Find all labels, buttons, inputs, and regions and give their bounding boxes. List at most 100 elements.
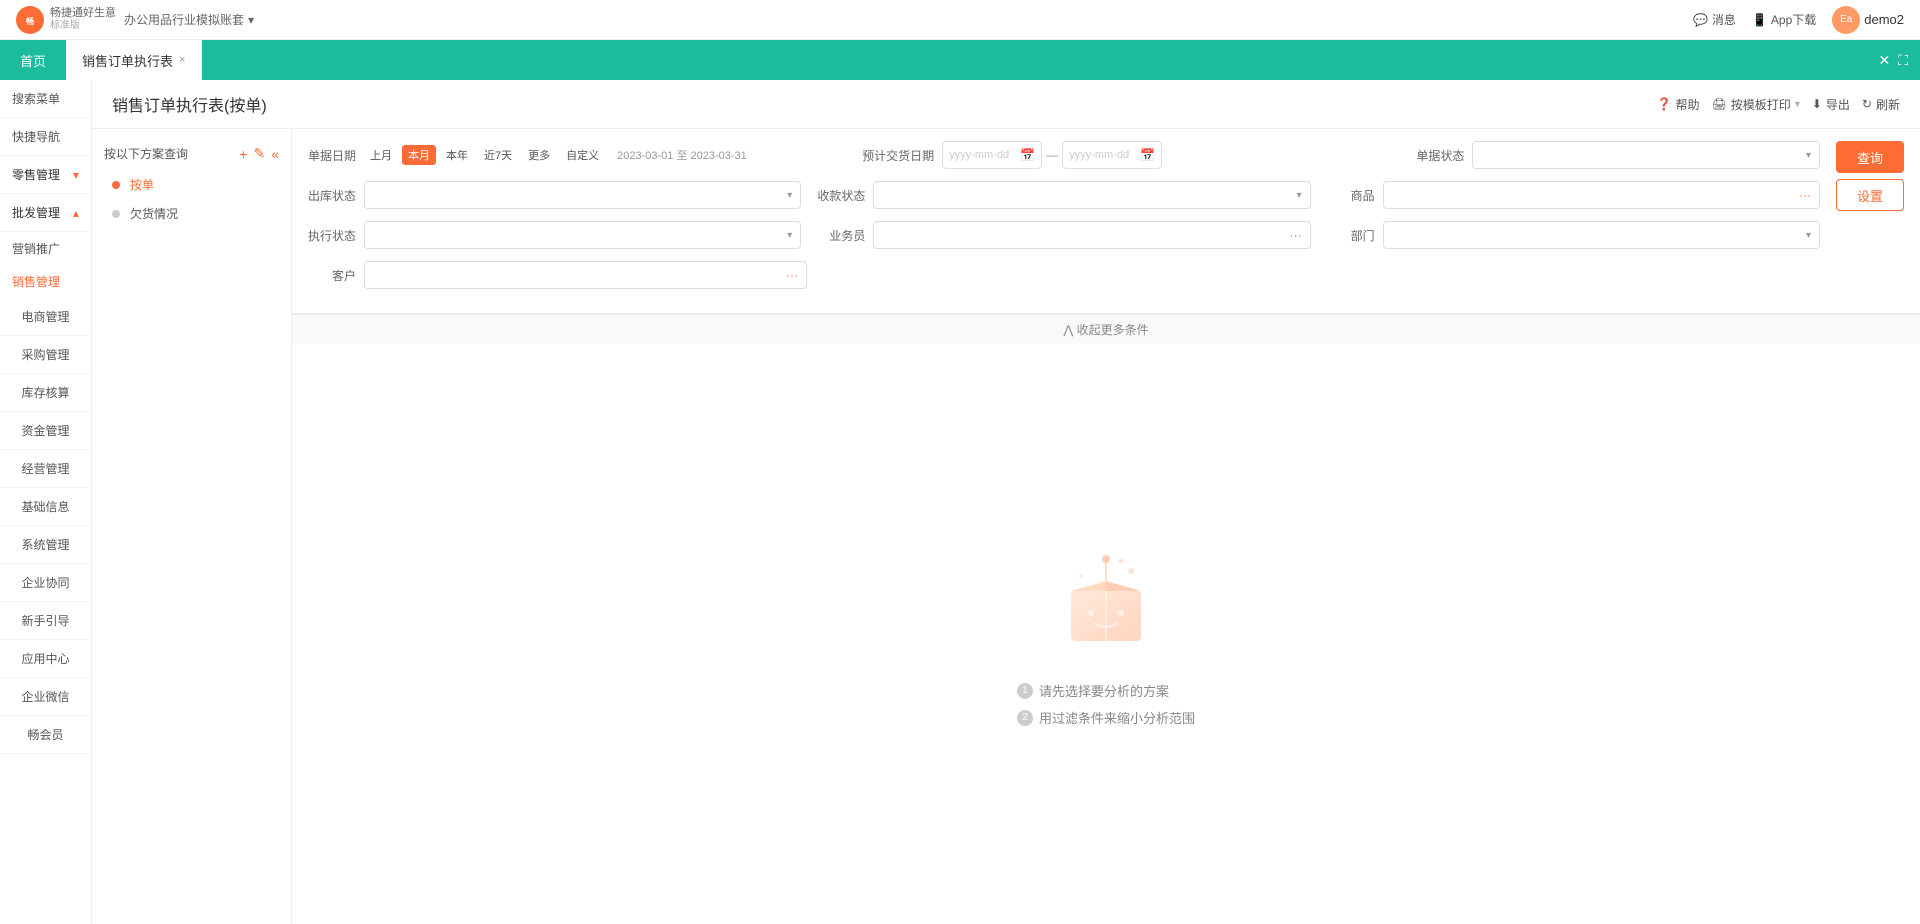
header-right: 💬 消息 📱 App下载 Ea demo2 xyxy=(1693,6,1904,34)
inactive-dot-icon xyxy=(112,210,120,218)
tab-close-icon[interactable]: × xyxy=(179,54,185,66)
customer-more-icon[interactable]: ··· xyxy=(786,268,798,282)
window-close-icon[interactable]: ✕ xyxy=(1878,52,1890,69)
exec-status-label: 执行状态 xyxy=(308,227,364,244)
date-tab-last-month[interactable]: 上月 xyxy=(364,145,398,165)
sidebar-item-member[interactable]: 畅会员 xyxy=(0,716,91,754)
breadcrumb[interactable]: 办公用品行业模拟账套 ▾ xyxy=(124,11,254,28)
action-buttons: 查询 设置 xyxy=(1836,141,1904,301)
date-range-text: 2023-03-01 至 2023-03-31 xyxy=(617,147,747,163)
breadcrumb-arrow-icon: ▾ xyxy=(248,13,254,27)
expected-delivery-label: 预计交货日期 xyxy=(862,147,942,164)
user-name: demo2 xyxy=(1864,12,1904,27)
date-tab-custom[interactable]: 自定义 xyxy=(560,145,605,165)
scheme-item-by-order[interactable]: 按单 xyxy=(104,170,279,199)
receipt-status-select[interactable]: ▾ xyxy=(873,181,1310,209)
delivery-status-arrow-icon: ▾ xyxy=(787,190,792,201)
refresh-button[interactable]: ↻ 刷新 xyxy=(1862,96,1900,113)
tab-label: 销售订单执行表 xyxy=(82,51,173,70)
dept-label: 部门 xyxy=(1327,227,1383,244)
page-title: 销售订单执行表(按单) xyxy=(112,92,267,116)
sidebar-item-sales[interactable]: 销售管理 xyxy=(0,265,91,298)
export-button[interactable]: ⬇ 导出 xyxy=(1812,96,1850,113)
sidebar-quick-nav[interactable]: 快捷导航 xyxy=(0,118,91,156)
page-header-actions: ❓ 帮助 🖨 按模板打印 ▾ ⬇ 导出 ↻ 刷新 xyxy=(1657,96,1900,113)
order-status-arrow-icon: ▾ xyxy=(1806,150,1811,161)
goods-more-icon[interactable]: ··· xyxy=(1799,188,1811,202)
right-filter-panel: 单据日期 上月 本月 本年 近7天 更多 自定义 2023-03-01 至 20… xyxy=(292,129,1920,924)
sidebar-item-operations[interactable]: 经营管理 xyxy=(0,450,91,488)
dept-select[interactable]: ▾ xyxy=(1383,221,1820,249)
goods-select[interactable]: ··· xyxy=(1383,181,1820,209)
set-button[interactable]: 设置 xyxy=(1836,179,1904,211)
svg-text:畅: 畅 xyxy=(26,16,34,26)
sidebar-item-wholesale[interactable]: 批发管理 ▴ xyxy=(0,194,91,232)
sidebar-item-wechat[interactable]: 企业微信 xyxy=(0,678,91,716)
calendar-start-icon: 📅 xyxy=(1020,148,1035,162)
sidebar-item-enterprise[interactable]: 企业协同 xyxy=(0,564,91,602)
tip2-number: 2 xyxy=(1017,710,1033,726)
tab-bar: 首页 销售订单执行表 × ✕ ⛶ xyxy=(0,40,1920,80)
sidebar-item-inventory[interactable]: 库存核算 xyxy=(0,374,91,412)
help-label: 帮助 xyxy=(1676,96,1700,113)
salesman-select[interactable]: ··· xyxy=(873,221,1310,249)
sidebar-item-finance[interactable]: 资金管理 xyxy=(0,412,91,450)
sidebar-item-system[interactable]: 系统管理 xyxy=(0,526,91,564)
expected-delivery-end[interactable]: yyyy-mm-dd 📅 xyxy=(1062,141,1162,169)
print-button[interactable]: 🖨 按模板打印 ▾ xyxy=(1712,96,1800,113)
tab-home[interactable]: 首页 xyxy=(0,40,66,80)
scheme-panel: 按以下方案查询 + ✎ « 按单 欠货情况 xyxy=(92,129,292,924)
exec-status-select[interactable]: ▾ xyxy=(364,221,801,249)
sidebar-item-marketing[interactable]: 营销推广 xyxy=(0,232,91,265)
sidebar-item-purchase[interactable]: 采购管理 xyxy=(0,336,91,374)
filter-fields: 单据日期 上月 本月 本年 近7天 更多 自定义 2023-03-01 至 20… xyxy=(308,141,1820,301)
sidebar-item-newbie[interactable]: 新手引导 xyxy=(0,602,91,640)
delivery-status-label: 出库状态 xyxy=(308,187,364,204)
sidebar-item-basic-info[interactable]: 基础信息 xyxy=(0,488,91,526)
sidebar-search-menu[interactable]: 搜索菜单 xyxy=(0,80,91,118)
tip1-number: 1 xyxy=(1017,683,1033,699)
expected-delivery-group: 预计交货日期 yyyy-mm-dd 📅 — yyyy-mm-dd 📅 xyxy=(862,141,1400,169)
query-button[interactable]: 查询 xyxy=(1836,141,1904,173)
date-tab-this-month[interactable]: 本月 xyxy=(402,145,436,165)
expected-delivery-start[interactable]: yyyy-mm-dd 📅 xyxy=(942,141,1042,169)
tab-sales-execution[interactable]: 销售订单执行表 × xyxy=(66,40,202,80)
collapse-arrow-icon: ⋀ xyxy=(1063,323,1073,337)
collapse-row[interactable]: ⋀ 收起更多条件 xyxy=(292,314,1920,344)
salesman-more-icon[interactable]: ··· xyxy=(1290,228,1302,242)
print-arrow-icon: ▾ xyxy=(1795,99,1800,110)
help-button[interactable]: ❓ 帮助 xyxy=(1657,96,1700,113)
user-info[interactable]: Ea demo2 xyxy=(1832,6,1904,34)
refresh-icon: ↻ xyxy=(1862,97,1872,111)
scheme-item-shortage[interactable]: 欠货情况 xyxy=(104,199,279,228)
order-status-label: 单据状态 xyxy=(1416,147,1472,164)
order-status-group: 单据状态 ▾ xyxy=(1416,141,1820,169)
breadcrumb-text: 办公用品行业模拟账套 xyxy=(124,11,244,28)
scheme-collapse-icon[interactable]: « xyxy=(271,146,279,162)
scheme-edit-icon[interactable]: ✎ xyxy=(253,145,265,162)
sidebar: 搜索菜单 快捷导航 零售管理 ▾ 批发管理 ▴ 营销推广 销售管理 电商管理 采… xyxy=(0,80,92,924)
download-icon: 📱 xyxy=(1752,13,1767,27)
sidebar-item-app-center[interactable]: 应用中心 xyxy=(0,640,91,678)
customer-select[interactable]: ··· xyxy=(364,261,807,289)
scheme-title: 按以下方案查询 + ✎ « xyxy=(104,141,279,170)
dept-group: 部门 ▾ xyxy=(1327,221,1820,249)
empty-tip-1: 1 请先选择要分析的方案 xyxy=(1017,681,1195,700)
date-tab-last7[interactable]: 近7天 xyxy=(478,145,518,165)
order-status-select[interactable]: ▾ xyxy=(1472,141,1820,169)
delivery-status-select[interactable]: ▾ xyxy=(364,181,801,209)
page-header: 销售订单执行表(按单) ❓ 帮助 🖨 按模板打印 ▾ ⬇ 导出 ↻ 刷新 xyxy=(92,80,1920,129)
sidebar-item-ecommerce[interactable]: 电商管理 xyxy=(0,298,91,336)
date-tab-more[interactable]: 更多 xyxy=(522,145,556,165)
sidebar-item-retail[interactable]: 零售管理 ▾ xyxy=(0,156,91,194)
date-field-label: 单据日期 xyxy=(308,147,364,164)
scheme-actions: + ✎ « xyxy=(239,145,279,162)
app-download-button[interactable]: 📱 App下载 xyxy=(1752,11,1816,28)
window-maximize-icon[interactable]: ⛶ xyxy=(1898,52,1908,69)
message-button[interactable]: 💬 消息 xyxy=(1693,11,1736,28)
scheme-add-icon[interactable]: + xyxy=(239,146,247,162)
date-tab-this-year[interactable]: 本年 xyxy=(440,145,474,165)
exec-status-arrow-icon: ▾ xyxy=(787,230,792,241)
receipt-status-label: 收款状态 xyxy=(817,187,873,204)
export-icon: ⬇ xyxy=(1812,97,1822,111)
